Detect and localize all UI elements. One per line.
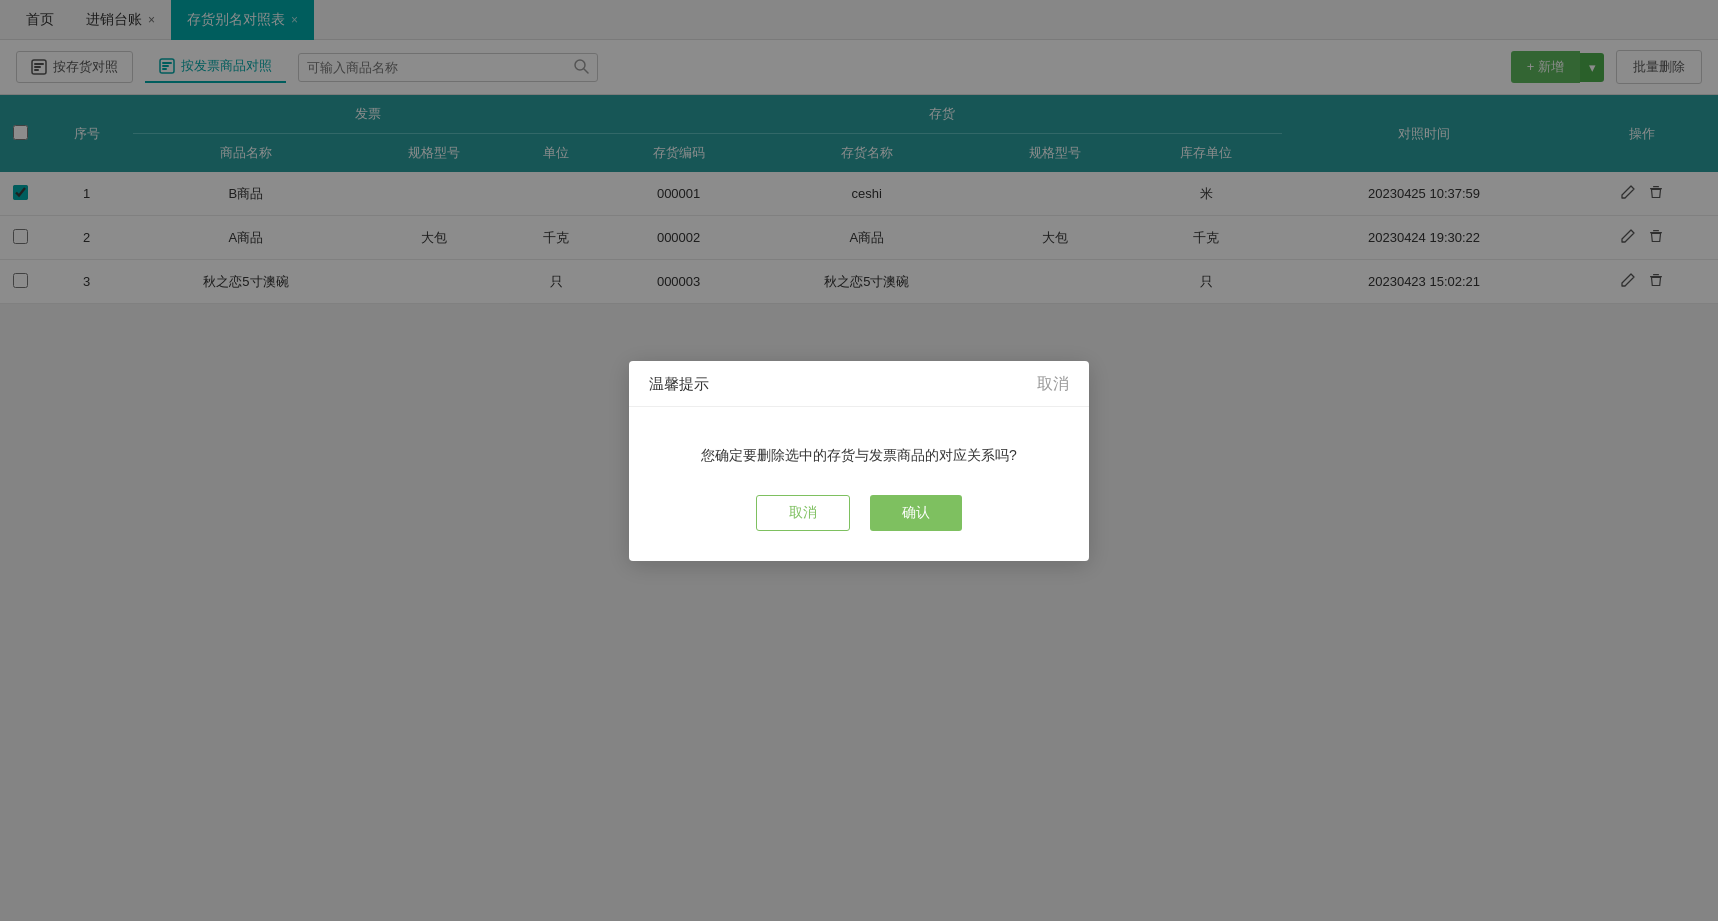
modal-overlay: 温馨提示 取消 您确定要删除选中的存货与发票商品的对应关系吗? 取消 确认	[0, 0, 1718, 304]
